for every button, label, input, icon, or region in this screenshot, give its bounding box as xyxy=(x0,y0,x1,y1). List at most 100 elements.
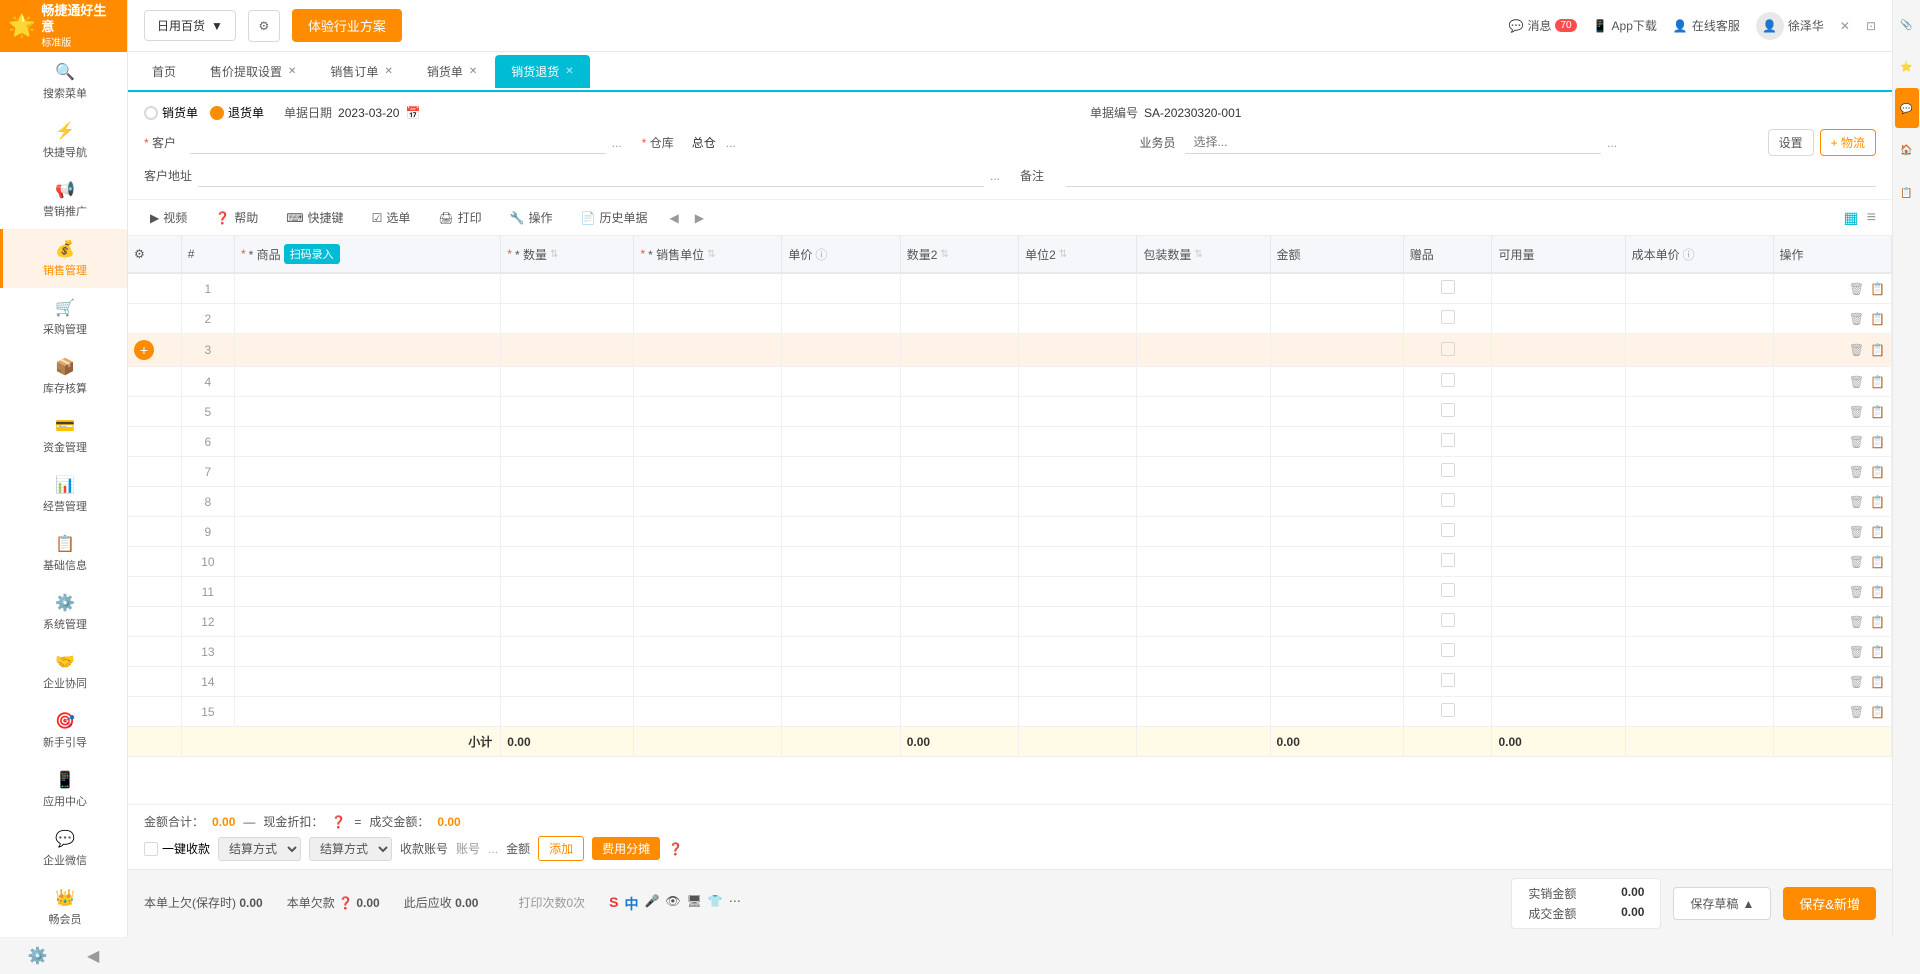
copy-icon-4[interactable]: 📋 xyxy=(1870,375,1885,389)
delete-icon-8[interactable]: 🗑 xyxy=(1849,495,1864,509)
delete-icon-11[interactable]: 🗑 xyxy=(1849,585,1864,599)
qty2-sort-icon[interactable]: ⇅ xyxy=(940,249,948,260)
price-cell-13[interactable] xyxy=(782,637,900,667)
qty2-cell-11[interactable] xyxy=(900,577,1018,607)
sidebar-item-appcenter[interactable]: 📱应用中心 xyxy=(0,760,127,819)
unit2-cell-9[interactable] xyxy=(1019,517,1137,547)
cost-cell-6[interactable] xyxy=(1625,427,1773,457)
gift-cell-1[interactable] xyxy=(1403,273,1492,304)
calendar-icon[interactable]: 📅 xyxy=(405,106,420,120)
icon-mic[interactable]: 🎤 xyxy=(644,894,659,914)
right-panel-icon-5[interactable]: 📋 xyxy=(1895,172,1919,212)
copy-icon-3[interactable]: 📋 xyxy=(1870,343,1885,357)
product-input-2[interactable] xyxy=(241,312,494,326)
gift-checkbox-9[interactable] xyxy=(1441,523,1455,537)
qty-cell-11[interactable] xyxy=(501,577,634,607)
pack-cell-1[interactable] xyxy=(1137,273,1270,304)
amount-cell-6[interactable] xyxy=(1270,427,1403,457)
copy-icon-11[interactable]: 📋 xyxy=(1870,585,1885,599)
copy-icon-12[interactable]: 📋 xyxy=(1870,615,1885,629)
radio-sale-goods[interactable]: 销货单 xyxy=(144,104,198,121)
unit2-cell-2[interactable] xyxy=(1019,304,1137,334)
delete-icon-2[interactable]: 🗑 xyxy=(1849,312,1864,326)
cost-cell-11[interactable] xyxy=(1625,577,1773,607)
pack-cell-12[interactable] xyxy=(1137,607,1270,637)
qty-cell-7[interactable] xyxy=(501,457,634,487)
cost-cell-10[interactable] xyxy=(1625,547,1773,577)
delete-icon-3[interactable]: 🗑 xyxy=(1849,343,1864,357)
product-input-11[interactable] xyxy=(241,585,494,599)
gift-checkbox-4[interactable] xyxy=(1441,373,1455,387)
col-settings-icon[interactable]: ⚙ xyxy=(134,247,145,261)
select-btn[interactable]: ☑ 选单 xyxy=(366,206,417,229)
nav-prev-icon[interactable]: ◀ xyxy=(670,211,679,225)
copy-icon-9[interactable]: 📋 xyxy=(1870,525,1885,539)
gift-cell-2[interactable] xyxy=(1403,304,1492,334)
product-input-8[interactable] xyxy=(241,495,494,509)
cost-cell-5[interactable] xyxy=(1625,397,1773,427)
gift-checkbox-15[interactable] xyxy=(1441,703,1455,717)
save-draft-button[interactable]: 保存草稿 ▲ xyxy=(1673,887,1771,920)
pack-cell-9[interactable] xyxy=(1137,517,1270,547)
topbar-settings-button[interactable]: ⚙ xyxy=(248,10,280,42)
copy-icon-14[interactable]: 📋 xyxy=(1870,675,1885,689)
unit2-cell-5[interactable] xyxy=(1019,397,1137,427)
save-new-button[interactable]: 保存&新增 xyxy=(1783,887,1876,920)
product-input-7[interactable] xyxy=(241,465,494,479)
available-cell-11[interactable] xyxy=(1492,577,1625,607)
doc-settings-button[interactable]: 设置 xyxy=(1768,129,1814,156)
unit2-cell-6[interactable] xyxy=(1019,427,1137,457)
gift-checkbox-8[interactable] xyxy=(1441,493,1455,507)
split-info-icon[interactable]: ❓ xyxy=(668,842,683,856)
amount-cell-12[interactable] xyxy=(1270,607,1403,637)
gift-checkbox-11[interactable] xyxy=(1441,583,1455,597)
close-window-icon[interactable]: ✕ xyxy=(1840,19,1850,33)
unit2-cell-13[interactable] xyxy=(1019,637,1137,667)
sidebar-collapse-icon[interactable]: ◀ xyxy=(87,946,99,966)
sidebar-item-weixin[interactable]: 💬企业微信 xyxy=(0,819,127,878)
unit2-cell-12[interactable] xyxy=(1019,607,1137,637)
amount-cell-13[interactable] xyxy=(1270,637,1403,667)
unit-cell-2[interactable] xyxy=(634,304,782,334)
payment-method-select[interactable]: 结算方式 xyxy=(218,837,301,861)
gift-checkbox-7[interactable] xyxy=(1441,463,1455,477)
sidebar-item-marketing[interactable]: 📢营销推广 xyxy=(0,170,127,229)
amount-cell-8[interactable] xyxy=(1270,487,1403,517)
tab-sale-order[interactable]: 销售订单 ✕ xyxy=(314,55,408,88)
pack-cell-15[interactable] xyxy=(1137,697,1270,727)
split-btn[interactable]: 费用分摊 xyxy=(592,837,660,860)
qty-cell-1[interactable] xyxy=(501,273,634,304)
available-cell-9[interactable] xyxy=(1492,517,1625,547)
online-service-button[interactable]: 👤 在线客服 xyxy=(1673,17,1740,34)
price-cell-7[interactable] xyxy=(782,457,900,487)
right-panel-icon-4[interactable]: 🏠 xyxy=(1895,130,1919,170)
tab-close-sale-settings[interactable]: ✕ xyxy=(288,66,296,77)
video-btn[interactable]: ▶ 视频 xyxy=(144,206,193,229)
pack-cell-13[interactable] xyxy=(1137,637,1270,667)
product-cell-1[interactable] xyxy=(235,273,501,304)
customer-dots[interactable]: ... xyxy=(612,136,622,150)
tab-sale-goods[interactable]: 销货单 ✕ xyxy=(411,55,493,88)
unit2-sort-icon[interactable]: ⇅ xyxy=(1059,249,1067,260)
available-cell-13[interactable] xyxy=(1492,637,1625,667)
amount-cell-11[interactable] xyxy=(1270,577,1403,607)
tab-home[interactable]: 首页 xyxy=(136,55,192,88)
available-cell-2[interactable] xyxy=(1492,304,1625,334)
print-btn[interactable]: 🖨 打印 xyxy=(432,206,487,229)
price-info-icon[interactable]: ⓘ xyxy=(815,246,827,263)
one-key-payment-checkbox[interactable]: 一键收款 xyxy=(144,840,210,857)
amount-cell-1[interactable] xyxy=(1270,273,1403,304)
product-cell-11[interactable] xyxy=(235,577,501,607)
sidebar-settings-icon[interactable]: ⚙️ xyxy=(28,946,48,966)
qty2-cell-6[interactable] xyxy=(900,427,1018,457)
tab-sale-return[interactable]: 销货退货 ✕ xyxy=(495,55,589,88)
amount-cell-4[interactable] xyxy=(1270,367,1403,397)
copy-icon-8[interactable]: 📋 xyxy=(1870,495,1885,509)
cost-cell-8[interactable] xyxy=(1625,487,1773,517)
grid-view-icon[interactable]: ▦ xyxy=(1844,208,1859,228)
qty2-cell-14[interactable] xyxy=(900,667,1018,697)
gift-checkbox-14[interactable] xyxy=(1441,673,1455,687)
right-panel-icon-2[interactable]: ⭐ xyxy=(1895,46,1919,86)
gift-checkbox-1[interactable] xyxy=(1441,280,1455,294)
note-input[interactable] xyxy=(1066,164,1876,187)
